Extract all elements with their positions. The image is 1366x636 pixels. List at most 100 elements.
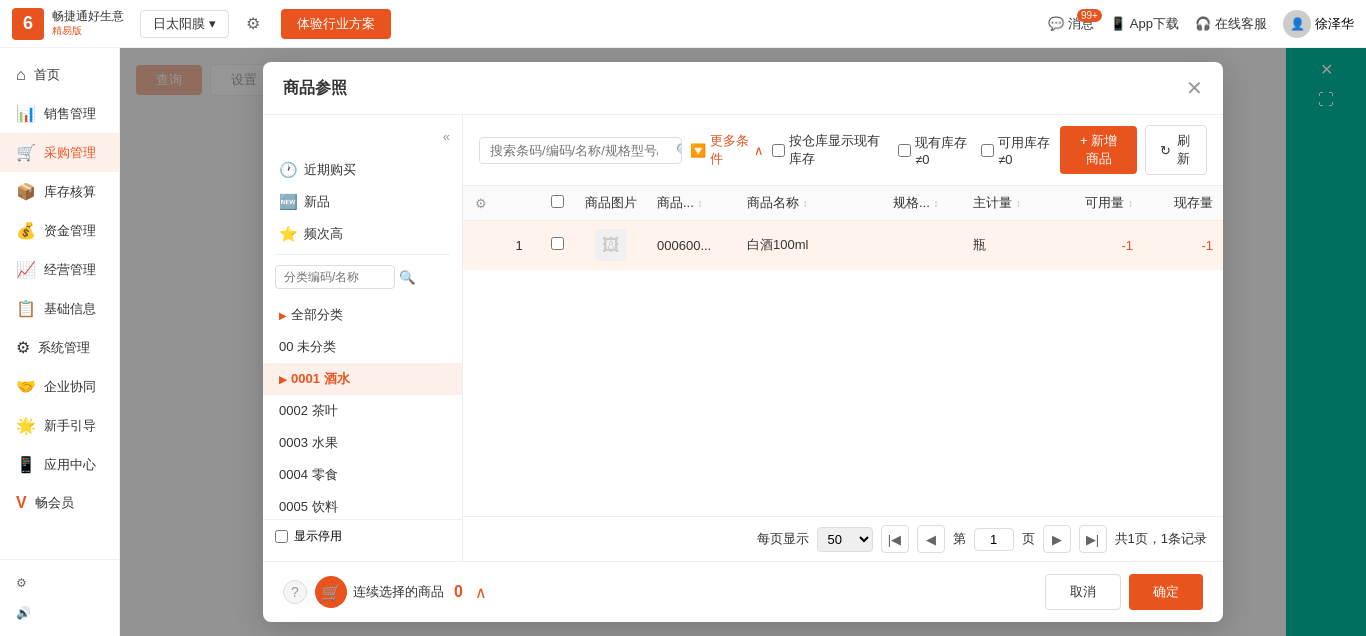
filter-checkboxes: 按仓库显示现有库存 现有库存≠0 可用库存≠0 xyxy=(772,132,1052,168)
cat-item-0001[interactable]: ▶ 0001 酒水 xyxy=(263,363,462,395)
cat-item-0003[interactable]: 0003 水果 xyxy=(263,427,462,459)
sidebar: ⌂ 首页 📊 销售管理 🛒 采购管理 📦 库存核算 💰 资金管理 📈 经营管理 … xyxy=(0,48,120,636)
filter-check1-label[interactable]: 按仓库显示现有库存 xyxy=(772,132,886,168)
page-input[interactable] xyxy=(974,528,1014,551)
headset-icon: 🎧 xyxy=(1195,16,1211,31)
sidebar-item-purchase[interactable]: 🛒 采购管理 xyxy=(0,133,119,172)
quick-select-recent[interactable]: 🕐 近期购买 xyxy=(263,154,462,186)
prev-page-button[interactable]: ◀ xyxy=(917,525,945,553)
table-row[interactable]: 1 🖼 xyxy=(463,221,1223,270)
settings-bottom-icon: ⚙ xyxy=(16,576,27,590)
sidebar-item-basic-info[interactable]: 📋 基础信息 xyxy=(0,289,119,328)
chevron-up-icon: ∧ xyxy=(754,143,764,158)
filter-check2[interactable] xyxy=(898,144,911,157)
product-table-container: ⚙ 商品图片 xyxy=(463,186,1223,516)
modal-dialog: 商品参照 ✕ « 🕐 近期购买 xyxy=(263,62,1223,622)
row-check[interactable] xyxy=(539,221,575,270)
sidebar-item-inventory[interactable]: 📦 库存核算 xyxy=(0,172,119,211)
sidebar-bottom-volume[interactable]: 🔊 xyxy=(0,598,119,628)
sidebar-item-business[interactable]: 📈 经营管理 xyxy=(0,250,119,289)
col-spec[interactable]: 规格... xyxy=(883,186,963,221)
col-name[interactable]: 商品名称 xyxy=(737,186,883,221)
trial-button[interactable]: 体验行业方案 xyxy=(281,9,391,39)
product-search-input[interactable] xyxy=(480,138,668,163)
col-code[interactable]: 商品... xyxy=(647,186,737,221)
quick-select-frequent[interactable]: ⭐ 频次高 xyxy=(263,218,462,250)
category-search-input[interactable] xyxy=(275,265,395,289)
add-product-button[interactable]: + 新增商品 xyxy=(1060,126,1137,174)
message-button[interactable]: 💬 消息 99+ xyxy=(1048,15,1094,33)
collapse-left-button[interactable]: « xyxy=(443,129,450,144)
row-spec xyxy=(883,221,963,270)
user-avatar-area[interactable]: 👤 徐泽华 xyxy=(1283,10,1354,38)
filter-check3[interactable] xyxy=(981,144,994,157)
modal-footer: ? 🛒 连续选择的商品 0 ∧ 取消 确定 xyxy=(263,561,1223,622)
business-icon: 📈 xyxy=(16,260,36,279)
sidebar-item-guide[interactable]: 🌟 新手引导 xyxy=(0,406,119,445)
row-checkbox[interactable] xyxy=(551,237,564,250)
first-page-button[interactable]: |◀ xyxy=(881,525,909,553)
sidebar-bottom: ⚙ 🔊 xyxy=(0,559,119,636)
cancel-button[interactable]: 取消 xyxy=(1045,574,1121,610)
filter-check1[interactable] xyxy=(772,144,785,157)
filter-check3-label[interactable]: 可用库存≠0 xyxy=(981,134,1052,167)
mobile-icon: 📱 xyxy=(1110,16,1126,31)
category-search-button[interactable]: 🔍 xyxy=(399,270,416,285)
col-unit[interactable]: 主计量 xyxy=(963,186,1043,221)
left-panel-header: « xyxy=(263,123,462,150)
next-page-button[interactable]: ▶ xyxy=(1043,525,1071,553)
modal-body: « 🕐 近期购买 🆕 新品 ⭐ 频次高 xyxy=(263,115,1223,561)
cat-item-all[interactable]: ▶ 全部分类 xyxy=(263,299,462,331)
app-download-button[interactable]: 📱 App下载 xyxy=(1110,15,1179,33)
sidebar-item-enterprise[interactable]: 🤝 企业协同 xyxy=(0,367,119,406)
total-info: 共1页，1条记录 xyxy=(1115,530,1207,548)
logo-area: 6 畅捷通好生意 精易版 xyxy=(12,8,132,40)
nav-selector[interactable]: 日太阳膜 ▾ xyxy=(140,10,229,38)
modal-close-button[interactable]: ✕ xyxy=(1186,76,1203,100)
logo-sub: 精易版 xyxy=(52,24,124,38)
last-page-button[interactable]: ▶| xyxy=(1079,525,1107,553)
sidebar-item-home[interactable]: ⌂ 首页 xyxy=(0,56,119,94)
vip-icon: V xyxy=(16,494,27,512)
show-disabled-checkbox[interactable] xyxy=(275,530,288,543)
top-navigation: 6 畅捷通好生意 精易版 日太阳膜 ▾ ⚙ 体验行业方案 💬 消息 99+ 📱 … xyxy=(0,0,1366,48)
help-button[interactable]: ? xyxy=(283,580,307,604)
filter-search-box: 🔍 xyxy=(479,137,682,164)
confirm-button[interactable]: 确定 xyxy=(1129,574,1203,610)
online-service-button[interactable]: 🎧 在线客服 xyxy=(1195,15,1267,33)
footer-collapse-button[interactable]: ∧ xyxy=(475,583,487,602)
filter-more-button[interactable]: 🔽 更多条件 ∧ xyxy=(690,132,764,168)
filter-check2-label[interactable]: 现有库存≠0 xyxy=(898,134,969,167)
filter-actions: + 新增商品 ↻ 刷新 xyxy=(1060,125,1207,175)
sidebar-item-system[interactable]: ⚙ 系统管理 xyxy=(0,328,119,367)
cat-item-0004[interactable]: 0004 零食 xyxy=(263,459,462,491)
product-table: ⚙ 商品图片 xyxy=(463,186,1223,270)
chevron-down-icon: ▾ xyxy=(209,16,216,31)
col-stock: 现存量 xyxy=(1143,186,1223,221)
cat-item-0002[interactable]: 0002 茶叶 xyxy=(263,395,462,427)
cat-item-00[interactable]: 00 未分类 xyxy=(263,331,462,363)
sidebar-item-vip[interactable]: V 畅会员 xyxy=(0,484,119,522)
settings-button[interactable]: ⚙ xyxy=(237,8,269,40)
sidebar-item-finance[interactable]: 💰 资金管理 xyxy=(0,211,119,250)
message-icon: 💬 xyxy=(1048,16,1064,31)
cat-item-0005[interactable]: 0005 饮料 xyxy=(263,491,462,519)
col-gear[interactable]: ⚙ xyxy=(463,186,499,221)
nav-right: 💬 消息 99+ 📱 App下载 🎧 在线客服 👤 徐泽华 xyxy=(1048,10,1354,38)
sidebar-item-apps[interactable]: 📱 应用中心 xyxy=(0,445,119,484)
quick-select-new[interactable]: 🆕 新品 xyxy=(263,186,462,218)
refresh-icon: ↻ xyxy=(1160,143,1171,158)
refresh-product-button[interactable]: ↻ 刷新 xyxy=(1145,125,1207,175)
sidebar-item-sales[interactable]: 📊 销售管理 xyxy=(0,94,119,133)
filter-bar: 🔍 🔽 更多条件 ∧ 按仓库显示现有库存 xyxy=(463,115,1223,186)
select-all-checkbox[interactable] xyxy=(551,195,564,208)
sidebar-bottom-settings[interactable]: ⚙ xyxy=(0,568,119,598)
divider xyxy=(275,254,450,255)
product-search-button[interactable]: 🔍 xyxy=(668,143,682,158)
sales-icon: 📊 xyxy=(16,104,36,123)
show-disabled-label[interactable]: 显示停用 xyxy=(294,528,342,545)
col-avail[interactable]: 可用量 xyxy=(1043,186,1143,221)
page-size-select[interactable]: 50 100 200 xyxy=(817,527,873,552)
cart-area[interactable]: 🛒 连续选择的商品 0 xyxy=(315,576,467,608)
purchase-icon: 🛒 xyxy=(16,143,36,162)
